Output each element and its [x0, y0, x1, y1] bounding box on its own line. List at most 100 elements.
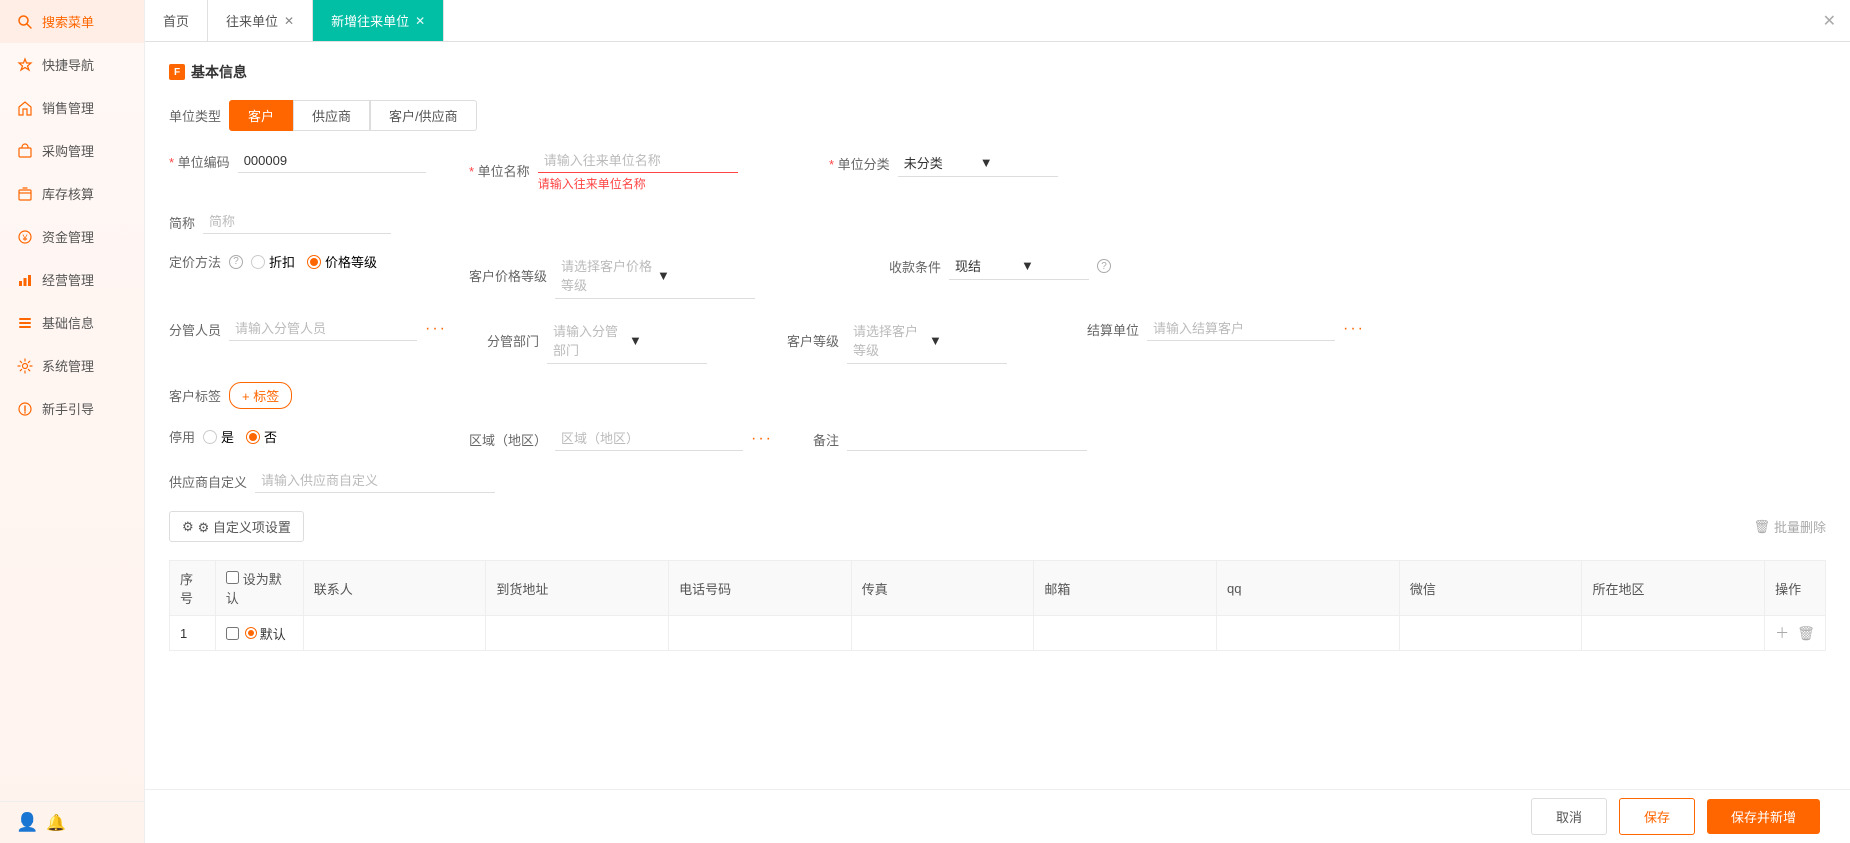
- sidebar-item-quicknav[interactable]: 快捷导航: [0, 43, 144, 86]
- abbrev-input[interactable]: [203, 210, 391, 234]
- batch-delete-btn[interactable]: 🗑 批量删除: [1753, 517, 1826, 536]
- col-region: 所在地区: [1582, 561, 1765, 616]
- sidebar-item-label: 资金管理: [42, 227, 94, 246]
- manager-more-icon[interactable]: ···: [425, 320, 447, 338]
- customer-price-level-select[interactable]: 请选择客户价格等级 ▼: [555, 252, 755, 299]
- chevron-down-icon4: ▼: [629, 333, 701, 348]
- cell-fax[interactable]: [851, 616, 1034, 651]
- address-input[interactable]: [496, 626, 658, 641]
- customer-level-select[interactable]: 请选择客户等级 ▼: [847, 317, 1007, 364]
- payment-terms-info-icon[interactable]: ?: [1097, 259, 1111, 273]
- select-all-checkbox[interactable]: [226, 571, 239, 584]
- add-row-icon[interactable]: ＋: [1775, 623, 1789, 643]
- disabled-no-radio[interactable]: [246, 430, 260, 444]
- unit-category-select[interactable]: 未分类 ▼: [898, 149, 1058, 177]
- phone-input[interactable]: [679, 626, 841, 641]
- disabled-yes-option[interactable]: 是: [203, 427, 234, 446]
- cell-region[interactable]: [1582, 616, 1765, 651]
- sidebar-item-label: 采购管理: [42, 141, 94, 160]
- pricing-level-option[interactable]: 价格等级: [307, 252, 377, 271]
- manager-input[interactable]: [229, 317, 417, 341]
- supplier-custom-input[interactable]: [255, 469, 495, 493]
- sidebar-item-finance[interactable]: ¥ 资金管理: [0, 215, 144, 258]
- guide-icon: [16, 400, 34, 418]
- disabled-no-option[interactable]: 否: [246, 427, 277, 446]
- sidebar-item-sales[interactable]: 销售管理: [0, 86, 144, 129]
- tab-counterparties[interactable]: 往来单位 ✕: [208, 0, 313, 41]
- cell-qq[interactable]: [1217, 616, 1400, 651]
- manager-label: 分管人员: [169, 320, 221, 339]
- unit-name-input[interactable]: [538, 149, 738, 173]
- pricing-info-icon[interactable]: ?: [229, 255, 243, 269]
- close-window-icon[interactable]: ✕: [1809, 11, 1850, 31]
- customize-btn[interactable]: ⚙ ⚙ 自定义项设置: [169, 511, 304, 542]
- sidebar-item-beginner[interactable]: 新手引导: [0, 387, 144, 430]
- pricing-discount-option[interactable]: 折扣: [251, 252, 295, 271]
- pricing-level-radio[interactable]: [307, 255, 321, 269]
- sidebar-item-inventory[interactable]: 库存核算: [0, 172, 144, 215]
- pricing-discount-radio[interactable]: [251, 255, 265, 269]
- fax-input[interactable]: [862, 626, 1024, 641]
- unit-type-supplier-btn[interactable]: 供应商: [293, 100, 370, 131]
- customer-price-level-placeholder: 请选择客户价格等级: [561, 256, 653, 294]
- unit-type-both-btn[interactable]: 客户/供应商: [370, 100, 477, 131]
- row-checkbox[interactable]: [226, 627, 239, 640]
- money-icon: ¥: [16, 228, 34, 246]
- department-placeholder: 请输入分管部门: [553, 321, 625, 359]
- pricing-radio-group: 折扣 价格等级: [251, 252, 377, 271]
- contact-input[interactable]: [314, 626, 476, 641]
- tab-new-counterparty[interactable]: 新增往来单位 ✕: [313, 0, 444, 41]
- chevron-down-icon5: ▼: [929, 333, 1001, 348]
- disabled-no-radio-inner: [249, 433, 257, 441]
- settlement-unit-more-icon[interactable]: ···: [1343, 320, 1365, 338]
- footer-bar: 取消 保存 保存并新增: [145, 789, 1850, 843]
- save-button[interactable]: 保存: [1619, 798, 1695, 835]
- disabled-yes-radio[interactable]: [203, 430, 217, 444]
- tab-home[interactable]: 首页: [145, 0, 208, 41]
- col-default: 设为默认: [215, 561, 303, 616]
- unit-type-field: 单位类型 客户 供应商 客户/供应商: [169, 100, 477, 131]
- tab-new-counterparty-label: 新增往来单位: [331, 11, 409, 30]
- cell-contact[interactable]: [303, 616, 486, 651]
- region-more-icon[interactable]: ···: [751, 430, 773, 448]
- sidebar-item-basicinfo[interactable]: 基础信息: [0, 301, 144, 344]
- section-title: 基本信息: [191, 62, 247, 82]
- settlement-unit-input[interactable]: [1147, 317, 1335, 341]
- row-default-radio[interactable]: [245, 627, 257, 639]
- cancel-button[interactable]: 取消: [1531, 798, 1607, 835]
- sidebar-item-operations[interactable]: 经营管理: [0, 258, 144, 301]
- customer-level-field: 客户等级 请选择客户等级 ▼: [787, 317, 1047, 364]
- col-fax: 传真: [851, 561, 1034, 616]
- qq-input[interactable]: [1227, 626, 1389, 641]
- code-name-row: 单位编码 单位名称 请输入往来单位名称 单位分类 未分类 ▼: [169, 149, 1826, 192]
- department-select[interactable]: 请输入分管部门 ▼: [547, 317, 707, 364]
- cell-phone[interactable]: [669, 616, 852, 651]
- region-cell-input[interactable]: [1592, 626, 1754, 641]
- delete-row-icon[interactable]: 🗑: [1797, 625, 1815, 642]
- wechat-input[interactable]: [1410, 626, 1572, 641]
- cell-seq: 1: [170, 616, 216, 651]
- unit-name-error: 请输入往来单位名称: [538, 175, 738, 192]
- sidebar-item-search[interactable]: 搜索菜单: [0, 0, 144, 43]
- tags-row: 客户标签 + 标签: [169, 382, 1826, 409]
- close-tab-counterparties[interactable]: ✕: [284, 14, 294, 28]
- cell-email[interactable]: [1034, 616, 1217, 651]
- cell-address[interactable]: [486, 616, 669, 651]
- close-tab-new-counterparty[interactable]: ✕: [415, 14, 425, 28]
- add-tag-button[interactable]: + 标签: [229, 382, 292, 409]
- region-input[interactable]: [555, 427, 743, 451]
- save-new-button[interactable]: 保存并新增: [1707, 799, 1820, 834]
- cell-wechat[interactable]: [1399, 616, 1582, 651]
- unit-code-input[interactable]: [238, 149, 426, 173]
- remark-input[interactable]: [847, 427, 1087, 451]
- payment-terms-select[interactable]: 现结 ▼: [949, 252, 1089, 280]
- unit-type-customer-btn[interactable]: 客户: [229, 100, 293, 131]
- region-label: 区域（地区）: [469, 430, 547, 449]
- email-input[interactable]: [1044, 626, 1206, 641]
- sidebar-item-system[interactable]: 系统管理: [0, 344, 144, 387]
- payment-terms-value: 现结: [955, 256, 1017, 275]
- sidebar-item-purchase[interactable]: 采购管理: [0, 129, 144, 172]
- sidebar-bottom: 👤 🔔: [0, 801, 144, 843]
- col-email: 邮箱: [1034, 561, 1217, 616]
- settlement-unit-field: 结算单位 ···: [1087, 317, 1365, 341]
